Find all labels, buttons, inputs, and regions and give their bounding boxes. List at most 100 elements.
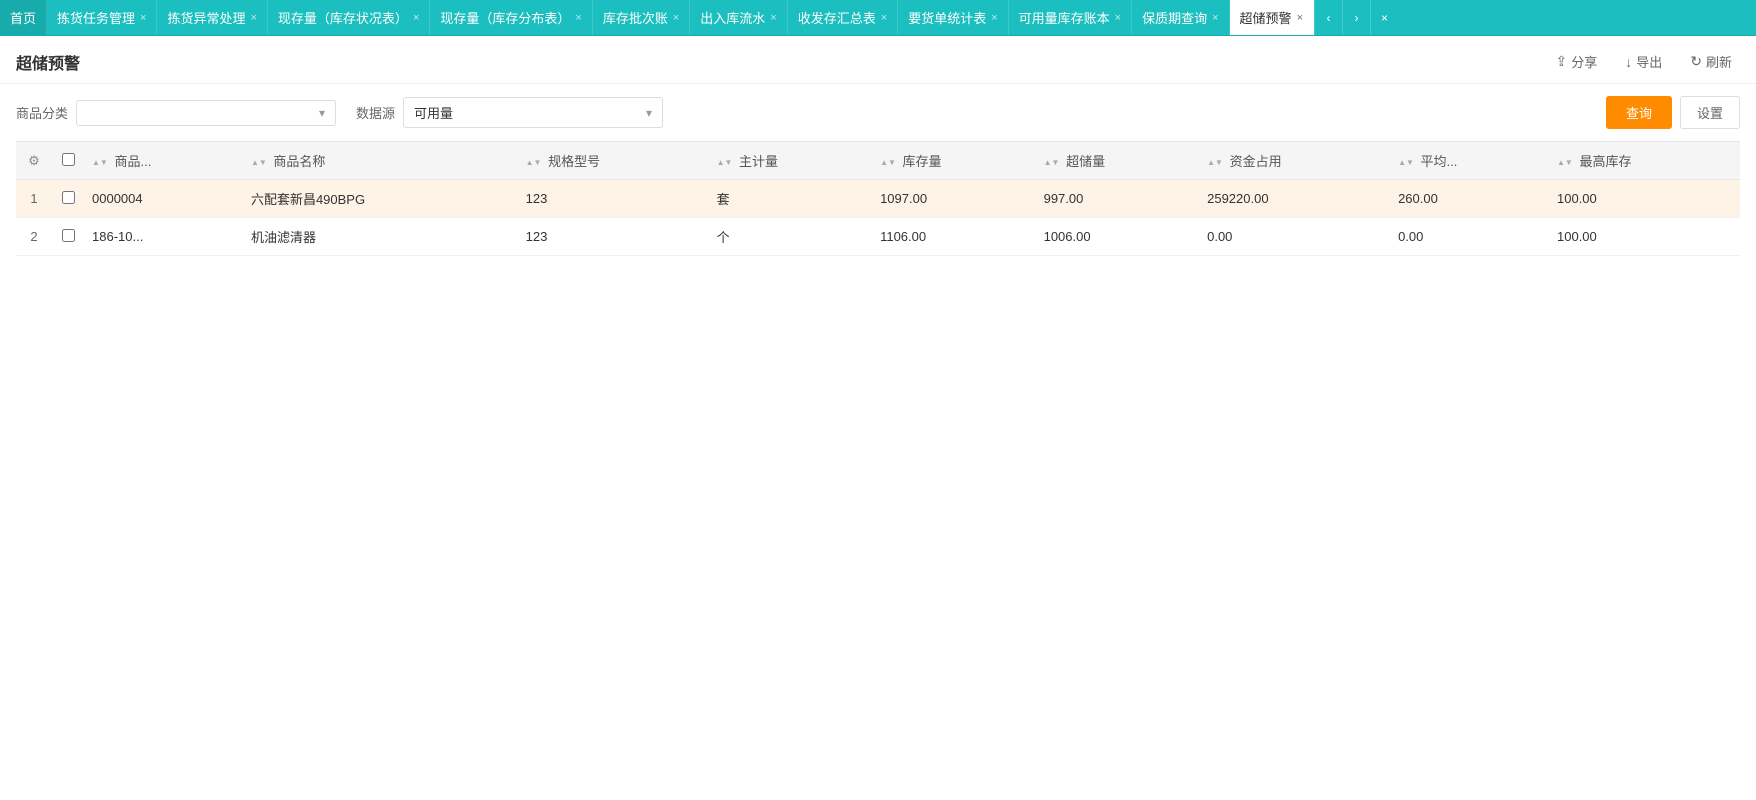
- top-nav: 首页 拣货任务管理 × 拣货异常处理 × 现存量（库存状况表） × 现存量（库存…: [0, 0, 1756, 36]
- nav-abnormal[interactable]: 拣货异常处理 ×: [157, 0, 267, 36]
- nav-inventory-status-close[interactable]: ×: [413, 12, 419, 24]
- nav-order-stat[interactable]: 要货单统计表 ×: [898, 0, 1008, 36]
- table-row: 2 186-10... 机油滤清器 123 个 1106.00 1006.00 …: [16, 218, 1740, 256]
- nav-inventory-dist-close[interactable]: ×: [575, 12, 581, 24]
- row-avg: 260.00: [1390, 180, 1549, 218]
- nav-abnormal-close[interactable]: ×: [250, 12, 256, 24]
- row-unit: 套: [709, 180, 873, 218]
- col-overstock[interactable]: ▲▼ 超储量: [1036, 142, 1200, 180]
- data-table: ⚙ ▲▼ 商品... ▲▼ 商品名称 ▲▼ 规格型号: [16, 141, 1740, 256]
- col-max-stock-label: 最高库存: [1579, 154, 1631, 169]
- sort-product-code-icon: ▲▼: [92, 159, 108, 167]
- sort-capital-icon: ▲▼: [1207, 159, 1223, 167]
- datasource-select[interactable]: 可用量 ▾: [403, 97, 663, 128]
- table-row: 1 0000004 六配套新昌490BPG 123 套 1097.00 997.…: [16, 180, 1740, 218]
- category-filter: 商品分类 ▾: [16, 100, 336, 126]
- row-num: 2: [16, 218, 52, 256]
- col-unit[interactable]: ▲▼ 主计量: [709, 142, 873, 180]
- nav-recv-send-label: 收发存汇总表: [798, 8, 876, 27]
- nav-quality[interactable]: 保质期查询 ×: [1132, 0, 1229, 36]
- col-capital[interactable]: ▲▼ 资金占用: [1199, 142, 1390, 180]
- nav-inventory-dist[interactable]: 现存量（库存分布表） ×: [430, 0, 592, 36]
- sort-spec-icon: ▲▼: [526, 159, 542, 167]
- row-capital: 0.00: [1199, 218, 1390, 256]
- nav-quality-label: 保质期查询: [1142, 8, 1207, 27]
- export-button[interactable]: ↓ 导出: [1617, 48, 1670, 75]
- nav-overstock[interactable]: 超储预警 ×: [1230, 0, 1314, 36]
- category-select[interactable]: ▾: [76, 100, 336, 126]
- nav-task-mgmt[interactable]: 拣货任务管理 ×: [47, 0, 157, 36]
- nav-batch[interactable]: 库存批次账 ×: [593, 0, 690, 36]
- filter-bar: 商品分类 ▾ 数据源 可用量 ▾ 查询 设置: [0, 84, 1756, 141]
- page-title: 超储预警: [16, 50, 80, 74]
- row-max-stock: 100.00: [1549, 218, 1740, 256]
- nav-avail-acct[interactable]: 可用量库存账本 ×: [1009, 0, 1132, 36]
- nav-task-mgmt-close[interactable]: ×: [140, 12, 146, 24]
- col-product-code[interactable]: ▲▼ 商品...: [84, 142, 243, 180]
- datasource-select-arrow: ▾: [646, 106, 652, 120]
- row-avg: 0.00: [1390, 218, 1549, 256]
- col-avg[interactable]: ▲▼ 平均...: [1390, 142, 1549, 180]
- row-max-stock: 100.00: [1549, 180, 1740, 218]
- col-overstock-label: 超储量: [1066, 154, 1105, 169]
- nav-recv-send[interactable]: 收发存汇总表 ×: [788, 0, 898, 36]
- nav-quality-close[interactable]: ×: [1212, 12, 1218, 24]
- col-avg-label: 平均...: [1421, 154, 1458, 169]
- sort-avg-icon: ▲▼: [1398, 159, 1414, 167]
- sort-unit-icon: ▲▼: [717, 159, 733, 167]
- row-checkbox[interactable]: [62, 191, 75, 204]
- col-stock-label: 库存量: [903, 154, 942, 169]
- share-icon: ⇪: [1555, 53, 1567, 70]
- nav-inout-flow[interactable]: 出入库流水 ×: [690, 0, 787, 36]
- page-header: 超储预警 ⇪ 分享 ↓ 导出 ↻ 刷新: [0, 36, 1756, 84]
- row-overstock: 1006.00: [1036, 218, 1200, 256]
- sort-overstock-icon: ▲▼: [1044, 159, 1060, 167]
- filter-actions: 查询 设置: [1606, 96, 1740, 129]
- col-max-stock[interactable]: ▲▼ 最高库存: [1549, 142, 1740, 180]
- share-button[interactable]: ⇪ 分享: [1547, 48, 1605, 75]
- row-unit: 个: [709, 218, 873, 256]
- settings-button[interactable]: 设置: [1680, 96, 1740, 129]
- refresh-label: 刷新: [1706, 52, 1732, 71]
- nav-overstock-close[interactable]: ×: [1297, 12, 1303, 24]
- row-stock: 1097.00: [872, 180, 1036, 218]
- row-overstock: 997.00: [1036, 180, 1200, 218]
- sort-product-name-icon: ▲▼: [251, 159, 267, 167]
- nav-home[interactable]: 首页: [0, 0, 47, 36]
- row-product-code: 0000004: [84, 180, 243, 218]
- col-product-name[interactable]: ▲▼ 商品名称: [243, 142, 518, 180]
- nav-inout-flow-close[interactable]: ×: [770, 12, 776, 24]
- row-product-name: 机油滤清器: [243, 218, 518, 256]
- nav-batch-label: 库存批次账: [603, 8, 668, 27]
- nav-inventory-dist-label: 现存量（库存分布表）: [440, 8, 570, 27]
- nav-home-label: 首页: [10, 8, 36, 27]
- nav-batch-close[interactable]: ×: [673, 12, 679, 24]
- refresh-icon: ↻: [1690, 53, 1702, 70]
- row-spec: 123: [518, 218, 709, 256]
- nav-inventory-status[interactable]: 现存量（库存状况表） ×: [268, 0, 430, 36]
- nav-more-arrow[interactable]: ×: [1370, 0, 1398, 36]
- nav-overstock-label: 超储预警: [1240, 8, 1292, 27]
- row-num: 1: [16, 180, 52, 218]
- nav-right-arrow[interactable]: ›: [1342, 0, 1370, 36]
- col-product-name-label: 商品名称: [273, 154, 325, 169]
- nav-inout-flow-label: 出入库流水: [700, 8, 765, 27]
- col-stock[interactable]: ▲▼ 库存量: [872, 142, 1036, 180]
- col-select-all: [52, 142, 84, 180]
- gear-icon[interactable]: ⚙: [28, 153, 40, 168]
- nav-avail-acct-label: 可用量库存账本: [1019, 8, 1110, 27]
- col-spec[interactable]: ▲▼ 规格型号: [518, 142, 709, 180]
- col-gear: ⚙: [16, 142, 52, 180]
- query-button[interactable]: 查询: [1606, 96, 1672, 129]
- refresh-button[interactable]: ↻ 刷新: [1682, 48, 1740, 75]
- nav-task-mgmt-label: 拣货任务管理: [57, 8, 135, 27]
- nav-left-arrow[interactable]: ‹: [1314, 0, 1342, 36]
- nav-order-stat-close[interactable]: ×: [991, 12, 997, 24]
- nav-avail-acct-close[interactable]: ×: [1115, 12, 1121, 24]
- nav-recv-send-close[interactable]: ×: [881, 12, 887, 24]
- select-all-checkbox[interactable]: [62, 153, 75, 166]
- header-actions: ⇪ 分享 ↓ 导出 ↻ 刷新: [1547, 48, 1740, 75]
- category-label: 商品分类: [16, 103, 68, 122]
- row-checkbox[interactable]: [62, 229, 75, 242]
- category-select-arrow: ▾: [319, 106, 325, 120]
